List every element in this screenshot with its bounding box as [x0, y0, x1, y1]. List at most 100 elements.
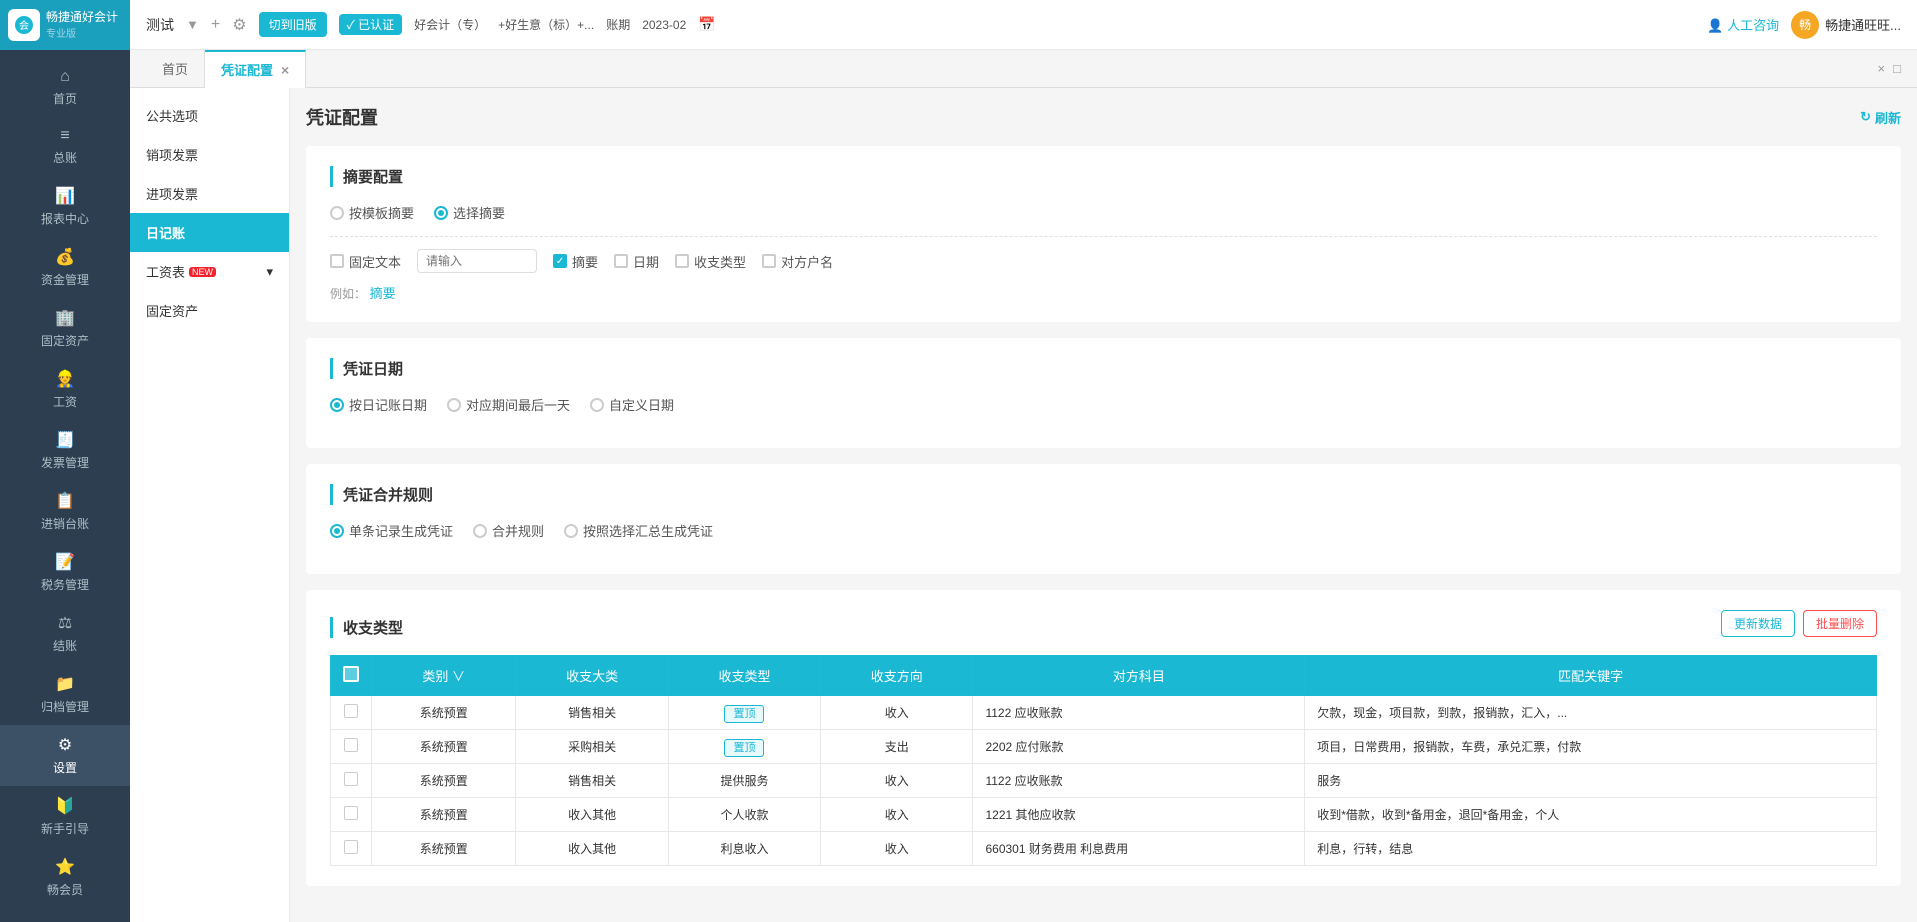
radio-summary-generate[interactable]: 按照选择汇总生成凭证	[564, 521, 713, 540]
sidebar-item-guide[interactable]: 🔰 新手引导	[0, 786, 130, 847]
th-big-type: 收支大类	[516, 656, 668, 696]
home-icon: ⌂	[60, 68, 70, 86]
window-controls: × □	[1878, 61, 1901, 76]
sidebar-nav: ⌂ 首页 ≡ 总账 📊 报表中心 💰 资金管理 🏢 固定资产 👷 工资	[0, 50, 130, 922]
sidebar-item-assets[interactable]: 🏢 固定资产	[0, 298, 130, 359]
left-panel-journal[interactable]: 日记账	[130, 213, 289, 252]
sidebar-item-reports[interactable]: 📊 报表中心	[0, 176, 130, 237]
radio-period-last-day[interactable]: 对应期间最后一天	[447, 395, 570, 414]
table-section-title: 收支类型	[330, 617, 403, 638]
content-area: 公共选项 销项发票 进项发票 日记账 工资表 NEW ▾ 固定资产	[130, 88, 1917, 922]
cell-account-4: 660301 财务费用 利息费用	[973, 832, 1305, 866]
left-panel-salary[interactable]: 工资表 NEW ▾	[130, 252, 289, 291]
cell-category-1: 系统预置	[372, 730, 516, 764]
tab-home[interactable]: 首页	[146, 50, 205, 88]
checkbox-summary-box: ✓	[553, 254, 567, 268]
left-panel-fixed-assets[interactable]: 固定资产	[130, 291, 289, 330]
logo-icon: 会	[8, 9, 40, 41]
tab-voucher-config[interactable]: 凭证配置 ×	[205, 50, 306, 88]
logo-sub: 专业版	[46, 25, 118, 40]
closing-icon: ⚖	[58, 613, 72, 633]
sidebar-item-purchase[interactable]: 📋 进销台账	[0, 481, 130, 542]
sidebar-item-salary[interactable]: 👷 工资	[0, 359, 130, 420]
cell-account-1: 2202 应付账款	[973, 730, 1305, 764]
window-maximize-button[interactable]: □	[1893, 61, 1901, 76]
header-checkbox[interactable]	[343, 666, 359, 682]
left-panel-public[interactable]: 公共选项	[130, 96, 289, 135]
checkbox-payment-type[interactable]: 收支类型	[675, 252, 746, 271]
cell-big-type-3: 收入其他	[516, 798, 668, 832]
checkbox-counterpart-name[interactable]: 对方户名	[762, 252, 833, 271]
table-row: 系统预置 销售相关 置顶 收入 1122 应收账款 欠款，现金，项目款，到款，报…	[331, 696, 1877, 730]
cell-sub-type-4: 利息收入	[668, 832, 820, 866]
left-panel: 公共选项 销项发票 进项发票 日记账 工资表 NEW ▾ 固定资产	[130, 88, 290, 922]
tabs-bar: 首页 凭证配置 × × □	[130, 50, 1917, 88]
sidebar-item-closing[interactable]: ⚖ 结账	[0, 603, 130, 664]
th-sub-type: 收支类型	[668, 656, 820, 696]
invoice-icon: 🧾	[55, 430, 75, 450]
summary-radio-group: 按模板摘要 选择摘要	[330, 203, 1877, 222]
sidebar-item-home[interactable]: ⌂ 首页	[0, 58, 130, 117]
tag-top-0[interactable]: 置顶	[724, 705, 764, 723]
cell-keywords-0: 欠款，现金，项目款，到款，报销款，汇入，...	[1305, 696, 1877, 730]
radio-journal-date[interactable]: 按日记账日期	[330, 395, 427, 414]
sidebar-item-tax[interactable]: 📝 税务管理	[0, 542, 130, 603]
tag-top-1[interactable]: 置顶	[724, 739, 764, 757]
radio-merge-rules[interactable]: 合并规则	[473, 521, 544, 540]
batch-delete-button[interactable]: 批量删除	[1803, 610, 1877, 637]
sidebar-item-archive[interactable]: 📁 归档管理	[0, 664, 130, 725]
radio-merge-rules-circle	[473, 524, 487, 538]
window-close-button[interactable]: ×	[1878, 61, 1886, 76]
checkbox-counterpart-box	[762, 254, 776, 268]
consult-button[interactable]: 👤 人工咨询	[1707, 15, 1779, 34]
refresh-button[interactable]: ↻ 刷新	[1860, 108, 1901, 127]
sidebar-item-invoice[interactable]: 🧾 发票管理	[0, 420, 130, 481]
radio-template-summary[interactable]: 按模板摘要	[330, 203, 414, 222]
guide-icon: 🔰	[55, 796, 75, 816]
table-row: 系统预置 销售相关 提供服务 收入 1122 应收账款 服务	[331, 764, 1877, 798]
th-category: 类别 ∨	[372, 656, 516, 696]
topbar-plus[interactable]: +	[211, 16, 220, 34]
left-panel-purchase-invoice[interactable]: 进项发票	[130, 174, 289, 213]
user-menu[interactable]: 畅 畅捷通旺旺...	[1791, 11, 1901, 39]
settings-icon: ⚙	[58, 735, 72, 755]
summary-section: 摘要配置 按模板摘要 选择摘要	[306, 146, 1901, 322]
sidebar-item-ledger[interactable]: ≡ 总账	[0, 117, 130, 176]
row-checkbox-3[interactable]	[344, 806, 358, 820]
cell-sub-type-3: 个人收款	[668, 798, 820, 832]
row-checkbox-0[interactable]	[344, 704, 358, 718]
cell-sub-type-1: 置顶	[668, 730, 820, 764]
row-checkbox-4[interactable]	[344, 840, 358, 854]
expand-icon: ▾	[266, 264, 273, 280]
row-checkbox-2[interactable]	[344, 772, 358, 786]
radio-custom-date[interactable]: 自定义日期	[590, 395, 674, 414]
row-checkbox-1[interactable]	[344, 738, 358, 752]
radio-journal-date-circle	[330, 398, 344, 412]
cell-direction-3: 收入	[821, 798, 973, 832]
salary-icon: 👷	[55, 369, 75, 389]
radio-select-summary[interactable]: 选择摘要	[434, 203, 505, 222]
example-prefix: 例如：	[330, 287, 366, 301]
checkbox-fixed-text[interactable]: 固定文本	[330, 252, 401, 271]
topbar-settings-icon[interactable]: ⚙	[232, 15, 246, 35]
switch-version-button[interactable]: 切到旧版	[259, 12, 327, 37]
update-data-button[interactable]: 更新数据	[1721, 610, 1795, 637]
fixed-text-input[interactable]	[417, 249, 537, 273]
left-panel-sales-invoice[interactable]: 销项发票	[130, 135, 289, 174]
sidebar-item-settings[interactable]: ⚙ 设置	[0, 725, 130, 786]
calendar-icon[interactable]: 📅	[698, 16, 715, 33]
tab-close-icon[interactable]: ×	[281, 62, 289, 78]
checkbox-date[interactable]: 日期	[614, 252, 659, 271]
sidebar-item-vip[interactable]: ⭐ 畅会员	[0, 847, 130, 908]
cell-direction-1: 支出	[821, 730, 973, 764]
page-title-area: 凭证配置 ↻ 刷新	[306, 104, 1901, 130]
topbar-period-label: 账期	[606, 16, 630, 33]
ledger-icon: ≡	[60, 127, 69, 145]
sidebar-item-funds[interactable]: 💰 资金管理	[0, 237, 130, 298]
radio-single-record[interactable]: 单条记录生成凭证	[330, 521, 453, 540]
new-badge: NEW	[189, 267, 216, 277]
cell-keywords-1: 项目，日常费用，报销款，车费，承兑汇票，付款	[1305, 730, 1877, 764]
checkbox-summary[interactable]: ✓ 摘要	[553, 252, 598, 271]
logo-text-area: 畅捷通好会计 专业版	[46, 10, 118, 41]
topbar-dropdown-arrow[interactable]: ▼	[186, 17, 199, 32]
